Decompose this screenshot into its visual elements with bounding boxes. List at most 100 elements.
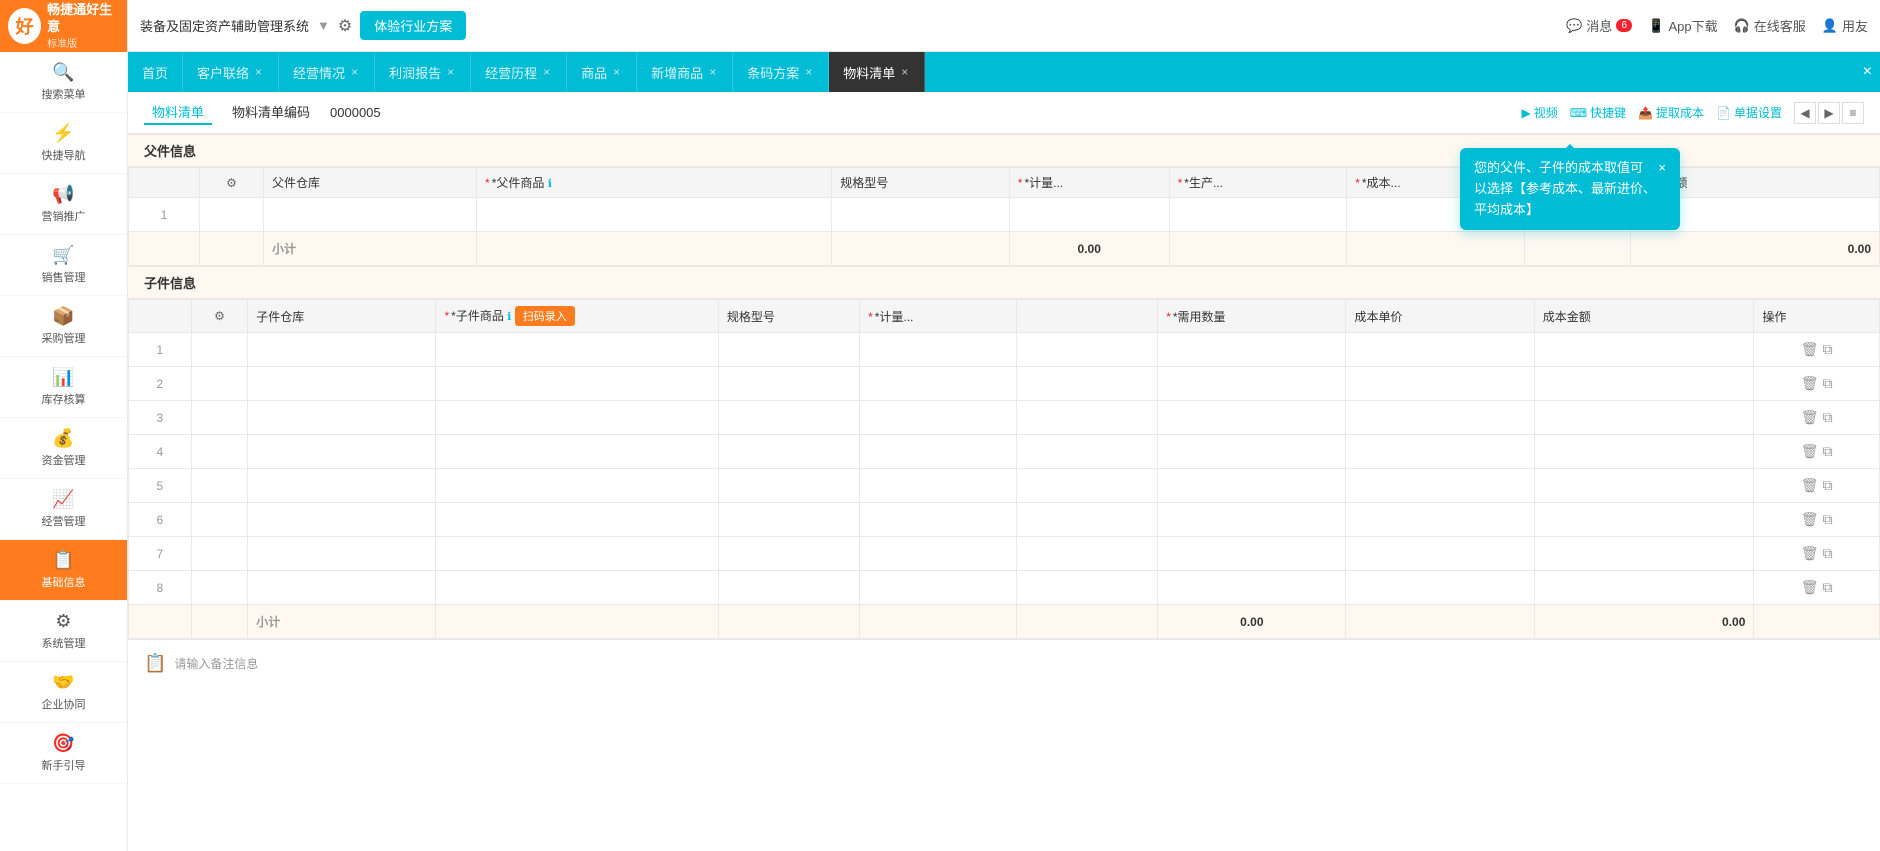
- child-row-6-copy-icon[interactable]: ⧉: [1823, 511, 1833, 528]
- child-row-6-unit-price[interactable]: [1346, 503, 1534, 537]
- child-row-5-copy-icon[interactable]: ⧉: [1823, 477, 1833, 494]
- next-arrow[interactable]: ▶: [1818, 102, 1840, 124]
- child-row-8-product[interactable]: [436, 571, 718, 605]
- child-row-7-warehouse[interactable]: [248, 537, 436, 571]
- tooltip-close-button[interactable]: ×: [1658, 158, 1666, 179]
- video-button[interactable]: ▶ 视频: [1521, 104, 1557, 121]
- nav-tab-5[interactable]: 商品×: [567, 52, 637, 92]
- child-row-1-copy-icon[interactable]: ⧉: [1823, 341, 1833, 358]
- child-row-5-unit-price[interactable]: [1346, 469, 1534, 503]
- child-row-6-amount[interactable]: [1534, 503, 1754, 537]
- child-row-6-delete-icon[interactable]: 🗑: [1801, 511, 1819, 528]
- prev-arrow[interactable]: ◀: [1794, 102, 1816, 124]
- user-button[interactable]: 👤 用友: [1822, 16, 1868, 35]
- nav-tab-close-3[interactable]: ×: [445, 65, 456, 79]
- child-row-3-spec[interactable]: [718, 401, 859, 435]
- child-row-1-delete-icon[interactable]: 🗑: [1801, 341, 1819, 358]
- child-row-2-delete-icon[interactable]: 🗑: [1801, 375, 1819, 392]
- parent-row-1-product[interactable]: [477, 198, 832, 232]
- sub-tab-doc-number[interactable]: 物料清单编码: [224, 100, 318, 125]
- nav-tab-4[interactable]: 经营历程×: [471, 52, 567, 92]
- child-row-4-qty[interactable]: [1158, 435, 1346, 469]
- sidebar-item-营销推广[interactable]: 📢营销推广: [0, 174, 127, 235]
- sidebar-item-企业协同[interactable]: 🤝企业协同: [0, 662, 127, 723]
- parent-row-1-unit[interactable]: [1009, 198, 1169, 232]
- child-row-2-product[interactable]: [436, 367, 718, 401]
- close-all-tabs[interactable]: ×: [1855, 63, 1880, 81]
- child-row-2-spec[interactable]: [718, 367, 859, 401]
- child-row-8-unit[interactable]: [860, 571, 1017, 605]
- child-row-2-warehouse[interactable]: [248, 367, 436, 401]
- child-row-1-unit[interactable]: [860, 333, 1017, 367]
- menu-btn[interactable]: ≡: [1842, 102, 1864, 124]
- dropdown-arrow[interactable]: ▼: [317, 18, 330, 33]
- child-row-5-warehouse[interactable]: [248, 469, 436, 503]
- child-row-3-copy-icon[interactable]: ⧉: [1823, 409, 1833, 426]
- sidebar-item-搜索菜单[interactable]: 🔍搜索菜单: [0, 52, 127, 113]
- child-row-2-amount[interactable]: [1534, 367, 1754, 401]
- child-row-1-warehouse[interactable]: [248, 333, 436, 367]
- sidebar-item-销售管理[interactable]: 🛒销售管理: [0, 235, 127, 296]
- child-row-4-unit[interactable]: [860, 435, 1017, 469]
- child-row-2-qty[interactable]: [1158, 367, 1346, 401]
- nav-tab-close-6[interactable]: ×: [707, 65, 718, 79]
- child-row-8-amount[interactable]: [1534, 571, 1754, 605]
- child-row-2-copy-icon[interactable]: ⧉: [1823, 375, 1833, 392]
- nav-tab-close-2[interactable]: ×: [349, 65, 360, 79]
- child-row-2-unit[interactable]: [860, 367, 1017, 401]
- child-row-7-product[interactable]: [436, 537, 718, 571]
- sidebar-item-系统管理[interactable]: ⚙系统管理: [0, 601, 127, 662]
- child-row-1-spec[interactable]: [718, 333, 859, 367]
- child-row-4-copy-icon[interactable]: ⧉: [1823, 443, 1833, 460]
- online-service-button[interactable]: 🎧 在线客服: [1734, 16, 1806, 35]
- nav-tab-1[interactable]: 客户联络×: [183, 52, 279, 92]
- child-row-3-delete-icon[interactable]: 🗑: [1801, 409, 1819, 426]
- child-row-5-spec[interactable]: [718, 469, 859, 503]
- child-row-2-unit-price[interactable]: [1346, 367, 1534, 401]
- child-row-8-unit-price[interactable]: [1346, 571, 1534, 605]
- child-row-6-product[interactable]: [436, 503, 718, 537]
- child-row-5-product[interactable]: [436, 469, 718, 503]
- parent-row-1-prod[interactable]: [1169, 198, 1347, 232]
- child-row-4-amount[interactable]: [1534, 435, 1754, 469]
- nav-tab-close-7[interactable]: ×: [803, 65, 814, 79]
- scan-input-button[interactable]: 扫码录入: [515, 306, 575, 326]
- sidebar-item-基础信息[interactable]: 📋基础信息: [0, 540, 127, 601]
- parent-col-gear[interactable]: ⚙: [200, 168, 264, 198]
- nav-tab-close-5[interactable]: ×: [611, 65, 622, 79]
- doc-settings-button[interactable]: 📄 单据设置: [1716, 104, 1782, 121]
- settings-button[interactable]: ⚙: [338, 16, 352, 36]
- child-row-3-amount[interactable]: [1534, 401, 1754, 435]
- child-row-8-spec[interactable]: [718, 571, 859, 605]
- child-row-3-product[interactable]: [436, 401, 718, 435]
- child-col-gear[interactable]: ⚙: [191, 300, 247, 333]
- child-row-4-unit-price[interactable]: [1346, 435, 1534, 469]
- child-row-3-unit[interactable]: [860, 401, 1017, 435]
- child-row-7-qty[interactable]: [1158, 537, 1346, 571]
- parent-row-1-warehouse[interactable]: [263, 198, 476, 232]
- child-row-1-qty[interactable]: [1158, 333, 1346, 367]
- child-row-7-delete-icon[interactable]: 🗑: [1801, 545, 1819, 562]
- child-row-7-amount[interactable]: [1534, 537, 1754, 571]
- child-row-3-qty[interactable]: [1158, 401, 1346, 435]
- child-row-5-qty[interactable]: [1158, 469, 1346, 503]
- child-row-7-unit[interactable]: [860, 537, 1017, 571]
- nav-tab-close-1[interactable]: ×: [253, 65, 264, 79]
- nav-tab-close-8[interactable]: ×: [899, 65, 910, 79]
- child-row-7-copy-icon[interactable]: ⧉: [1823, 545, 1833, 562]
- child-row-3-warehouse[interactable]: [248, 401, 436, 435]
- experience-button[interactable]: 体验行业方案: [360, 11, 466, 40]
- child-row-1-unit-price[interactable]: [1346, 333, 1534, 367]
- child-row-8-copy-icon[interactable]: ⧉: [1823, 579, 1833, 596]
- child-row-5-amount[interactable]: [1534, 469, 1754, 503]
- nav-tab-2[interactable]: 经营情况×: [279, 52, 375, 92]
- child-row-3-unit-price[interactable]: [1346, 401, 1534, 435]
- sidebar-item-快捷导航[interactable]: ⚡快捷导航: [0, 113, 127, 174]
- extract-cost-button[interactable]: 📤 提取成本: [1638, 104, 1704, 121]
- child-row-7-unit-price[interactable]: [1346, 537, 1534, 571]
- message-button[interactable]: 💬 消息 6: [1566, 16, 1632, 35]
- child-row-1-amount[interactable]: [1534, 333, 1754, 367]
- sidebar-item-库存核算[interactable]: 📊库存核算: [0, 357, 127, 418]
- sub-tab-material-list[interactable]: 物料清单: [144, 100, 212, 125]
- child-row-4-product[interactable]: [436, 435, 718, 469]
